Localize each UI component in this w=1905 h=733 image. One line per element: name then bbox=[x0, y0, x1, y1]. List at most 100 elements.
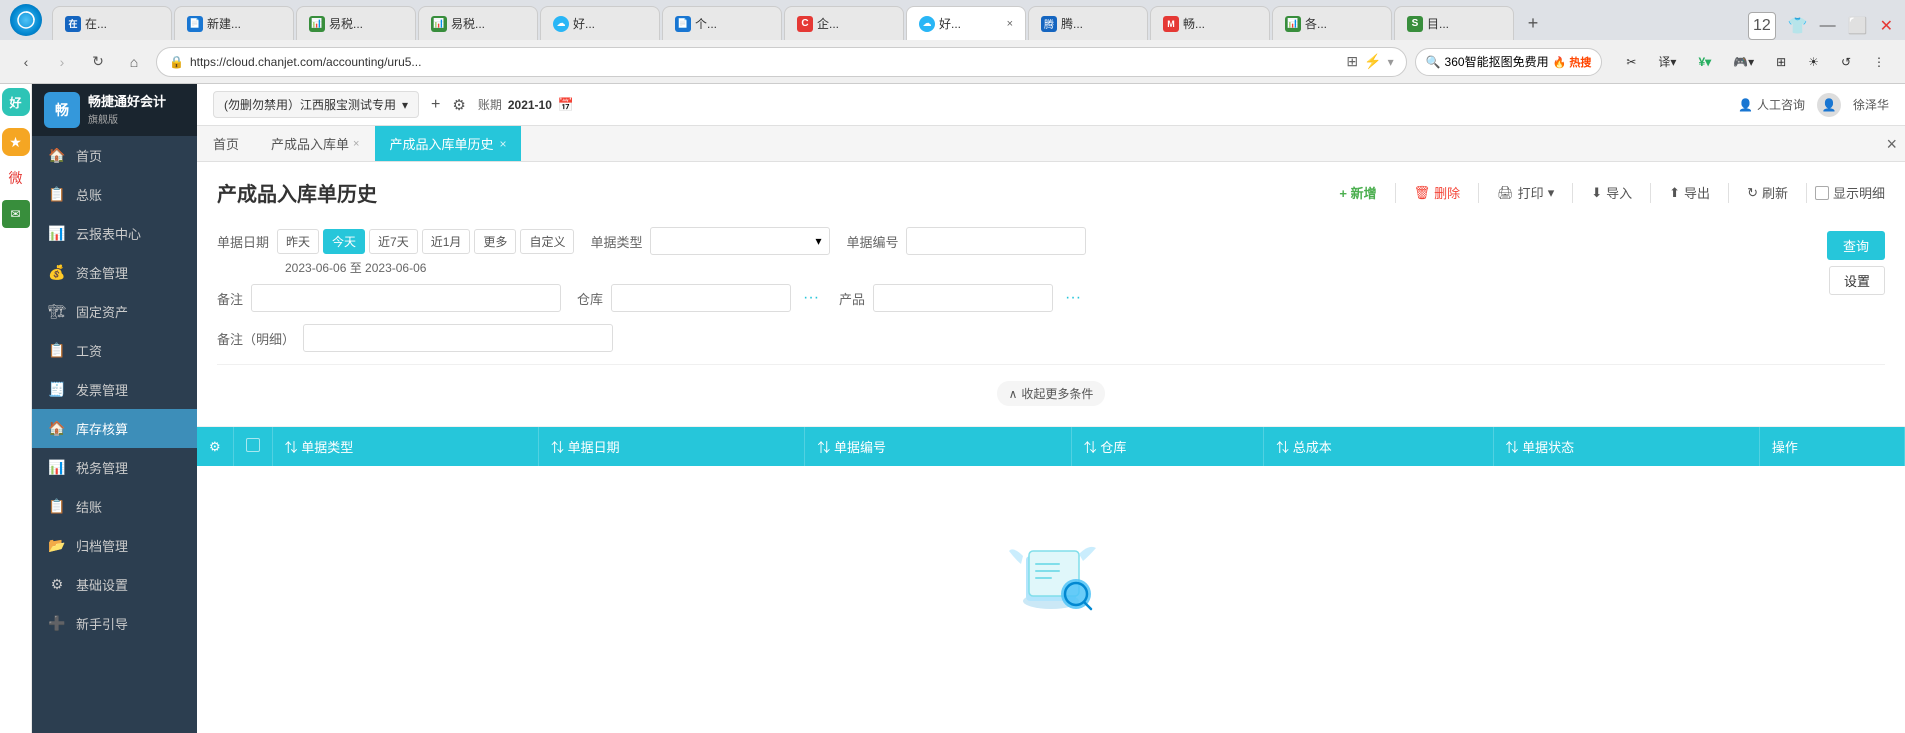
refresh-btn[interactable]: ↻ 刷新 bbox=[1737, 178, 1798, 207]
export-btn[interactable]: ⬆ 导出 bbox=[1659, 178, 1720, 207]
weibo-icon[interactable]: 微 bbox=[2, 164, 30, 192]
date-btn-7days[interactable]: 近7天 bbox=[369, 229, 418, 254]
rotate-back-btn[interactable]: ↺ bbox=[1833, 48, 1859, 76]
sidebar-item-payroll[interactable]: 📋 工资 bbox=[32, 331, 197, 370]
filter-settings-btn[interactable]: 设置 bbox=[1829, 266, 1885, 295]
active-page-tab[interactable]: 产成品入库单历史 × bbox=[375, 126, 520, 161]
voucher-type-select[interactable]: ▾ bbox=[650, 227, 830, 255]
sidebar-item-archive[interactable]: 📂 归档管理 bbox=[32, 526, 197, 565]
tab-1[interactable]: 在 在... bbox=[52, 6, 172, 40]
sidebar-item-invoice[interactable]: 🧾 发票管理 bbox=[32, 370, 197, 409]
date-btn-custom[interactable]: 自定义 bbox=[520, 229, 574, 254]
tab-4[interactable]: 📊 易税... bbox=[418, 6, 538, 40]
tab-counter[interactable]: 12 bbox=[1748, 12, 1776, 40]
period-value[interactable]: 2021-10 bbox=[508, 98, 552, 112]
sidebar-item-tax[interactable]: 📊 税务管理 bbox=[32, 448, 197, 487]
sidebar-item-fixed-assets[interactable]: 🏗 固定资产 bbox=[32, 292, 197, 331]
star-icon[interactable]: ★ bbox=[2, 128, 30, 156]
import-btn[interactable]: ⬇ 导入 bbox=[1581, 178, 1642, 207]
back-btn[interactable]: ‹ bbox=[12, 48, 40, 76]
warehouse-dots[interactable]: ··· bbox=[799, 289, 823, 307]
apps-btn[interactable]: ⊞ bbox=[1768, 48, 1794, 76]
sidebar-item-checkout[interactable]: 📋 结账 bbox=[32, 487, 197, 526]
sidebar-item-inventory[interactable]: 🏠 库存核算 bbox=[32, 409, 197, 448]
show-columns-checkbox[interactable] bbox=[1815, 186, 1829, 200]
settings-btn[interactable]: ⋮ bbox=[1865, 48, 1893, 76]
table-settings-icon[interactable]: ⚙ bbox=[209, 439, 221, 454]
topbar-settings-btn[interactable]: ⚙ bbox=[452, 96, 465, 114]
home-btn[interactable]: ⌂ bbox=[120, 48, 148, 76]
brightness-btn[interactable]: ☀ bbox=[1800, 48, 1827, 76]
tab-6[interactable]: 📄 个... bbox=[662, 6, 782, 40]
user-consult-btn[interactable]: 👤 人工咨询 bbox=[1738, 96, 1805, 113]
tab-9[interactable]: 腾 腾... bbox=[1028, 6, 1148, 40]
window-close-btn[interactable]: ✕ bbox=[1876, 12, 1897, 40]
minimize-btn[interactable]: — bbox=[1816, 13, 1840, 39]
warehouse-input[interactable] bbox=[611, 284, 791, 312]
show-columns-toggle[interactable]: 显示明细 bbox=[1815, 183, 1885, 202]
th-status[interactable]: ⇅ 单据状态 bbox=[1493, 427, 1759, 466]
remark-input[interactable] bbox=[251, 284, 561, 312]
breadcrumb-list-tab[interactable]: 产成品入库单 × bbox=[255, 126, 375, 161]
search-box[interactable]: 🔍 360智能抠图免费用 🔥 热搜 bbox=[1415, 48, 1603, 76]
customize-btn[interactable]: 👕 bbox=[1784, 12, 1812, 40]
maximize-btn[interactable]: ⬜ bbox=[1844, 12, 1872, 40]
app-logo-icon[interactable]: 好 bbox=[2, 88, 30, 116]
list-tab-close-btn[interactable]: × bbox=[353, 138, 359, 150]
delete-btn[interactable]: 🗑 🗑 删除 删除 bbox=[1404, 178, 1471, 207]
th-type[interactable]: ⇅ 单据类型 bbox=[272, 427, 538, 466]
email-icon[interactable]: ✉ bbox=[2, 200, 30, 228]
new-btn[interactable]: + 新增 bbox=[1329, 178, 1386, 207]
collapse-btn[interactable]: ∧ 收起更多条件 bbox=[997, 381, 1106, 406]
tab-8-close[interactable]: × bbox=[1007, 18, 1013, 30]
tab-7[interactable]: C 企... bbox=[784, 6, 904, 40]
calendar-icon[interactable]: 📅 bbox=[558, 97, 574, 113]
th-checkbox[interactable] bbox=[233, 427, 272, 466]
company-selector[interactable]: (勿删勿禁用）江西服宝测试专用 ▾ bbox=[213, 91, 419, 118]
forward-btn[interactable]: › bbox=[48, 48, 76, 76]
select-all-checkbox[interactable] bbox=[246, 438, 260, 452]
scissors-btn[interactable]: ✂ bbox=[1618, 48, 1644, 76]
th-warehouse[interactable]: ⇅ 仓库 bbox=[1071, 427, 1263, 466]
new-tab-btn[interactable]: + bbox=[1516, 6, 1550, 40]
lightning-icon[interactable]: ⚡ bbox=[1364, 53, 1381, 70]
add-company-btn[interactable]: + bbox=[431, 96, 440, 114]
print-btn[interactable]: 🖨 打印 ▾ bbox=[1487, 178, 1564, 207]
tab-8[interactable]: ☁ 好... × bbox=[906, 6, 1026, 40]
grid-icon[interactable]: ⊞ bbox=[1346, 53, 1358, 70]
date-btn-today[interactable]: 今天 bbox=[323, 229, 365, 254]
tab-10[interactable]: M 畅... bbox=[1150, 6, 1270, 40]
tab-11[interactable]: 📊 各... bbox=[1272, 6, 1392, 40]
translate-btn[interactable]: 译▾ bbox=[1650, 48, 1684, 76]
tab-12[interactable]: S 目... bbox=[1394, 6, 1514, 40]
th-settings[interactable]: ⚙ bbox=[197, 427, 233, 466]
tab-2[interactable]: 📄 新建... bbox=[174, 6, 294, 40]
breadcrumb-home-tab[interactable]: 首页 bbox=[197, 126, 255, 161]
date-btn-more[interactable]: 更多 bbox=[474, 229, 516, 254]
remark-detail-input[interactable] bbox=[303, 324, 613, 352]
th-total-cost[interactable]: ⇅ 总成本 bbox=[1264, 427, 1493, 466]
query-btn[interactable]: 查询 bbox=[1827, 231, 1885, 260]
user-avatar[interactable]: 👤 bbox=[1817, 93, 1841, 117]
game-btn[interactable]: 🎮▾ bbox=[1725, 48, 1762, 76]
sidebar-item-general[interactable]: 📋 总账 bbox=[32, 175, 197, 214]
browser-logo[interactable] bbox=[10, 4, 42, 36]
tab-5[interactable]: ☁ 好... bbox=[540, 6, 660, 40]
product-dots[interactable]: ··· bbox=[1061, 289, 1085, 307]
refresh-btn[interactable]: ↻ bbox=[84, 48, 112, 76]
th-no[interactable]: ⇅ 单据编号 bbox=[805, 427, 1071, 466]
tab-3[interactable]: 📊 易税... bbox=[296, 6, 416, 40]
sidebar-item-new-entry[interactable]: ➕ 新手引导 bbox=[32, 604, 197, 643]
sidebar-item-home[interactable]: 🏠 首页 bbox=[32, 136, 197, 175]
date-btn-yesterday[interactable]: 昨天 bbox=[277, 229, 319, 254]
voucher-no-input[interactable] bbox=[906, 227, 1086, 255]
yuan-btn[interactable]: ¥▾ bbox=[1690, 48, 1719, 76]
sidebar-item-basic-settings[interactable]: ⚙ 基础设置 bbox=[32, 565, 197, 604]
sidebar-item-funds[interactable]: 💰 资金管理 bbox=[32, 253, 197, 292]
date-btn-1month[interactable]: 近1月 bbox=[422, 229, 471, 254]
th-date[interactable]: ⇅ 单据日期 bbox=[539, 427, 805, 466]
url-bar[interactable]: 🔒 https://cloud.chanjet.com/accounting/u… bbox=[156, 47, 1407, 77]
sidebar-item-cloud-reports[interactable]: 📊 云报表中心 bbox=[32, 214, 197, 253]
url-dropdown-icon[interactable]: ▾ bbox=[1388, 55, 1394, 69]
product-input[interactable] bbox=[873, 284, 1053, 312]
